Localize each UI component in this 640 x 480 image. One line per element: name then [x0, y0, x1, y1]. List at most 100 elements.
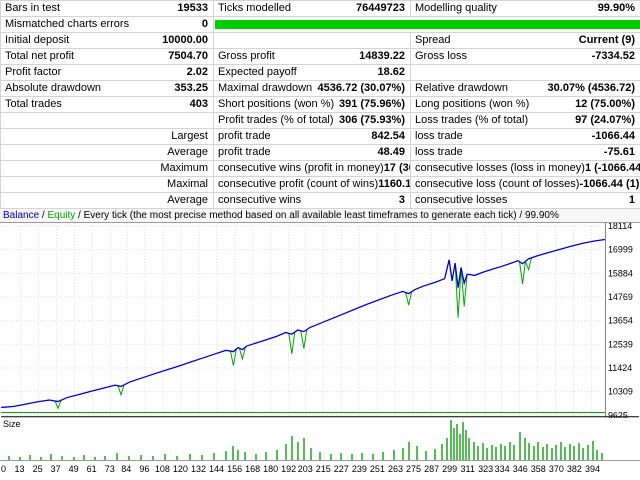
x-axis-label: 287 [424, 464, 440, 475]
lot-size-bar [573, 446, 576, 461]
stat-label: Gross loss [415, 50, 467, 62]
stat-value: Maximal [167, 178, 208, 190]
lot-size-bar [408, 442, 410, 461]
stat-value: 353.25 [174, 82, 208, 94]
lot-size-bar [486, 448, 489, 461]
stat-label: consecutive wins (profit in money) [218, 162, 384, 174]
stat-cell-wrap: profit trade 842.54 [215, 130, 410, 144]
stat-label: Ticks modelled [218, 2, 291, 14]
y-axis-label: 13654 [608, 316, 633, 326]
stat-cell: Modelling quality 99.90% [410, 0, 640, 17]
stat-label: Mismatched charts errors [5, 18, 130, 30]
x-axis-label: 180 [263, 464, 279, 475]
stat-value: 48.49 [377, 146, 405, 158]
chart-header: Balance / Equity / Every tick (the most … [0, 209, 640, 223]
equity-curve [519, 261, 527, 284]
equity-legend: Equity [47, 210, 76, 221]
stat-value: 10000.00 [162, 34, 208, 46]
stat-label: Bars in test [5, 2, 61, 14]
stat-label: consecutive losses [415, 194, 508, 206]
equity-curve [288, 331, 296, 354]
stat-label: Short positions (won %) [218, 98, 335, 110]
size-panel-label: Size [3, 419, 21, 430]
stat-label: Expected payoff [218, 66, 297, 78]
table-row: Largest profit trade 842.54 loss trade -1066… [0, 128, 640, 145]
stat-cell-wrap: Mismatched charts errors 0 [2, 18, 213, 32]
stat-cell-wrap [2, 114, 213, 128]
x-axis-label: 120 [172, 464, 188, 475]
stat-value: Average [167, 146, 208, 158]
stat-label: Profit factor [5, 66, 62, 78]
stat-cell-wrap: Profit trades (% of total) 306 (75.93%) [215, 114, 410, 128]
table-row: Bars in test 19533 Ticks modelled 76449723 M… [0, 0, 640, 17]
stat-cell: Profit factor 2.02 [0, 64, 214, 81]
lot-size-bar [361, 453, 364, 461]
size-panel: Size [0, 418, 640, 461]
x-axis-label: 96 [139, 464, 150, 475]
stat-cell: Relative drawdown 30.07% (4536.72) [410, 80, 640, 97]
stat-cell [0, 112, 214, 129]
stat-cell: Gross profit 14839.22 [213, 48, 411, 65]
stat-cell: Average [0, 192, 214, 209]
x-axis-label: 299 [442, 464, 458, 475]
table-row: Profit factor 2.02 Expected payoff 18.62 [0, 64, 640, 81]
lot-size-bar [564, 447, 567, 461]
lot-size-bar [453, 428, 456, 461]
stat-label: consecutive wins [218, 194, 302, 206]
lot-size-bar [433, 449, 436, 461]
lot-size-bar [441, 444, 444, 461]
stat-cell: Bars in test 19533 [0, 0, 214, 17]
stat-cell-wrap: Gross profit 14839.22 [215, 50, 410, 64]
lot-size-bar [456, 424, 459, 461]
stat-cell-wrap: Profit factor 2.02 [2, 66, 213, 80]
lot-size-bar [415, 446, 418, 461]
x-axis-label: 156 [227, 464, 243, 475]
lot-size-bar [319, 452, 322, 461]
stat-cell-wrap: consecutive wins (profit in money)17 (30… [215, 162, 410, 176]
stat-cell-wrap: Largest [2, 130, 213, 144]
stat-cell: consecutive profit (count of wins)1160.1… [213, 176, 411, 193]
table-row: Total trades 403 Short positions (won %) 39… [0, 96, 640, 113]
stat-value: Largest [171, 130, 208, 142]
stat-cell: loss trade -1066.44 [410, 128, 640, 145]
lot-size-bar [459, 434, 462, 461]
stat-cell-wrap: Bars in test 19533 [2, 2, 213, 16]
stat-label: Total net profit [5, 50, 75, 62]
stat-value: 2.02 [186, 66, 208, 78]
x-axis-label: 25 [32, 464, 43, 475]
x-axis-label: 382 [566, 464, 582, 475]
stat-value: 0 [201, 18, 208, 30]
lot-size-bar [582, 448, 585, 461]
stat-label: Loss trades (% of total) [415, 114, 529, 126]
lot-size-bar [600, 453, 603, 461]
stat-cell: consecutive wins (profit in money)17 (30… [213, 160, 411, 177]
stat-label: Profit trades (% of total) [218, 114, 334, 126]
stat-cell: Maximum [0, 160, 214, 177]
stat-value: 306 (75.93%) [338, 114, 405, 126]
strategy-tester-report: Bars in test 19533 Ticks modelled 76449723 M… [0, 0, 640, 480]
y-axis-label: 18114 [608, 223, 632, 231]
lot-size-bar [462, 422, 465, 461]
stat-label: Absolute drawdown [5, 82, 102, 94]
stat-cell: Absolute drawdown 353.25 [0, 80, 214, 97]
x-axis-label: 370 [548, 464, 564, 475]
stat-cell: loss trade -75.61 [410, 144, 640, 161]
lot-size-bar [559, 442, 562, 461]
stat-value: 391 (75.96%) [338, 98, 405, 110]
stat-cell: Average [0, 144, 214, 161]
x-axis-label: 311 [460, 464, 475, 475]
x-axis-label: 263 [387, 464, 404, 475]
lot-size-bar [382, 452, 385, 461]
lot-size-bar [116, 453, 119, 461]
stat-value: -75.61 [603, 146, 635, 158]
stat-cell-wrap: Expected payoff 18.62 [215, 66, 410, 80]
x-axis-label: 168 [245, 464, 261, 475]
table-row: Mismatched charts errors 0 [0, 16, 640, 33]
stat-value: -1066.44 [591, 130, 635, 142]
stat-cell-wrap: consecutive losses 1 [412, 194, 640, 208]
modelling-quality-value: 99.90% [524, 210, 559, 221]
x-axis-label: 251 [369, 464, 385, 475]
stat-label: Gross profit [218, 50, 275, 62]
lot-size-bar [472, 442, 475, 461]
stat-cell: consecutive wins 3 [213, 192, 411, 209]
